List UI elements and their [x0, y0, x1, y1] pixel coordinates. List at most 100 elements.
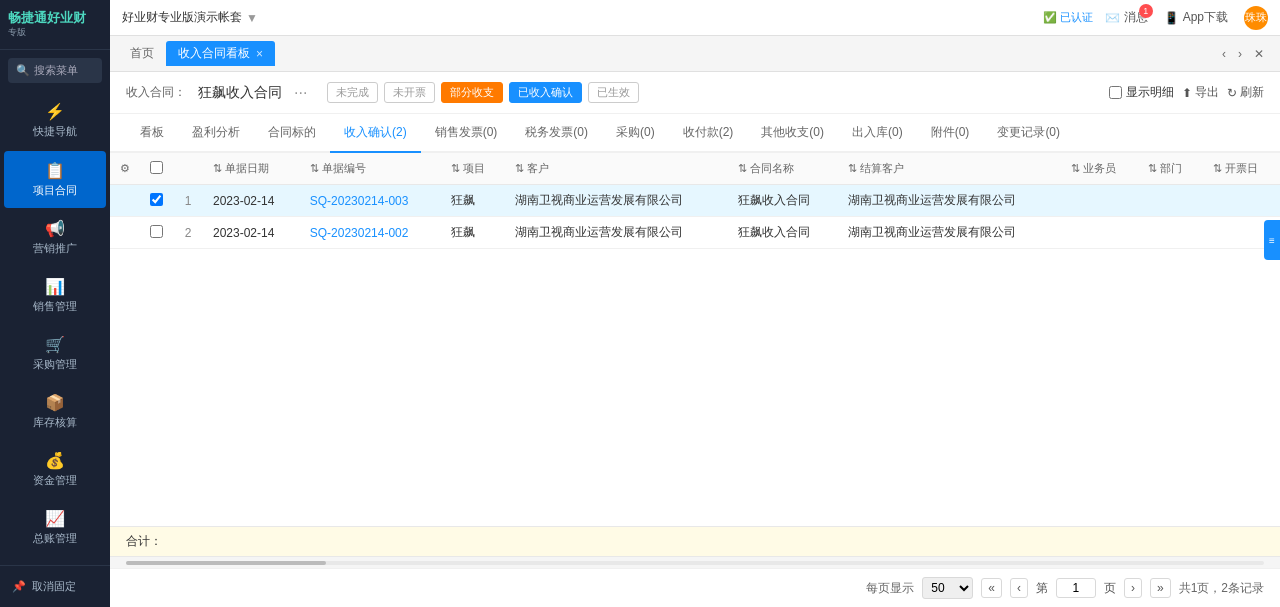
status-confirmed[interactable]: 已收入确认: [509, 82, 582, 103]
main-area: 好业财专业版演示帐套 ▼ ✅ 已认证 ✉️ 1 消息 📱 App下载 珠珠 首页: [110, 0, 1280, 607]
first-page-button[interactable]: «: [981, 578, 1002, 598]
page-number-input[interactable]: [1056, 578, 1096, 598]
purchase-icon: 🛒: [45, 335, 65, 354]
sidebar-item-invoice[interactable]: 🧾 发票管理: [4, 557, 106, 565]
td-num-2: 2: [173, 217, 203, 249]
sidebar-item-marketing[interactable]: 📢 营销推广: [4, 209, 106, 266]
marketing-icon: 📢: [45, 219, 65, 238]
td-dept-2: [1138, 217, 1202, 249]
app-download-button[interactable]: 📱 App下载: [1164, 9, 1228, 26]
table-header: ⚙ ⇅ 单据日期 ⇅ 单据编号 ⇅ 项目 ⇅ 客户 ⇅ 合同名称 ⇅ 结算客户 …: [110, 153, 1280, 185]
message-button[interactable]: ✉️ 1 消息: [1105, 9, 1148, 26]
td-code-link-1[interactable]: SQ-20230214-003: [310, 194, 409, 208]
last-page-button[interactable]: »: [1150, 578, 1171, 598]
show-detail-checkbox[interactable]: 显示明细: [1109, 84, 1174, 101]
subtab-changes[interactable]: 变更记录(0): [983, 114, 1074, 153]
ledger-icon: 📈: [45, 509, 65, 528]
status-partial[interactable]: 部分收支: [441, 82, 503, 103]
sidebar-quick-nav[interactable]: ⚡ 快捷导航: [4, 92, 106, 149]
sidebar-item-purchase[interactable]: 🛒 采购管理: [4, 325, 106, 382]
prev-page-button[interactable]: ‹: [1010, 578, 1028, 598]
subtab-profit[interactable]: 盈利分析: [178, 114, 254, 153]
sidebar-item-inventory[interactable]: 📦 库存核算: [4, 383, 106, 440]
td-settle-1: 湖南卫视商业运营发展有限公司: [838, 185, 1061, 217]
sidebar-item-ledger[interactable]: 📈 总账管理: [4, 499, 106, 556]
content-area: 收入合同： 狂飙收入合同 ··· 未完成 未开票 部分收支 已收入确认 已生效 …: [110, 72, 1280, 607]
subtab-other[interactable]: 其他收支(0): [747, 114, 838, 153]
td-contract-1: 狂飙收入合同: [728, 185, 837, 217]
sidebar-bottom: 📌 取消固定: [0, 565, 110, 607]
unpin-button[interactable]: 📌 取消固定: [8, 574, 102, 599]
header-right-actions: 显示明细 ⬆ 导出 ↻ 刷新: [1109, 84, 1264, 101]
unpin-icon: 📌: [12, 580, 26, 593]
status-uninvoiced[interactable]: 未开票: [384, 82, 435, 103]
td-code-1: SQ-20230214-003: [300, 185, 441, 217]
table-area: ⚙ ⇅ 单据日期 ⇅ 单据编号 ⇅ 项目 ⇅ 客户 ⇅ 合同名称 ⇅ 结算客户 …: [110, 153, 1280, 526]
sidebar-item-funds[interactable]: 💰 资金管理: [4, 441, 106, 498]
th-date: ⇅ 单据日期: [203, 153, 300, 185]
scrollbar-thumb[interactable]: [126, 561, 326, 565]
sidebar-nav: 📋 项目合同 📢 营销推广 📊 销售管理 🛒 采购管理 📦 库存核算 💰 资金管…: [0, 150, 110, 565]
topbar-actions: ✉️ 1 消息 📱 App下载 珠珠: [1105, 6, 1268, 30]
subtab-payment[interactable]: 收付款(2): [669, 114, 748, 153]
app-download-icon: 📱: [1164, 11, 1179, 25]
right-sidebar-toggle[interactable]: ≡: [1264, 220, 1280, 260]
show-detail-input[interactable]: [1109, 86, 1122, 99]
subtabs: 看板 盈利分析 合同标的 收入确认(2) 销售发票(0) 税务发票(0) 采购(…: [110, 114, 1280, 153]
subtab-target[interactable]: 合同标的: [254, 114, 330, 153]
certified-badge: ✅ 已认证: [1043, 10, 1093, 25]
company-selector[interactable]: 好业财专业版演示帐套 ▼: [122, 9, 1031, 26]
th-code: ⇅ 单据编号: [300, 153, 441, 185]
td-settings-2: [110, 217, 140, 249]
tab-home[interactable]: 首页: [122, 41, 162, 66]
td-check-1[interactable]: [140, 185, 173, 217]
topbar: 好业财专业版演示帐套 ▼ ✅ 已认证 ✉️ 1 消息 📱 App下载 珠珠: [110, 0, 1280, 36]
td-salesman-2: [1061, 217, 1138, 249]
tab-nav-prev[interactable]: ‹: [1218, 45, 1230, 63]
sidebar-item-sales[interactable]: 📊 销售管理: [4, 267, 106, 324]
td-salesman-1: [1061, 185, 1138, 217]
tab-nav-close[interactable]: ✕: [1250, 45, 1268, 63]
horizontal-scrollbar[interactable]: [110, 556, 1280, 568]
td-contract-2: 狂飙收入合同: [728, 217, 837, 249]
quick-nav-icon: ⚡: [45, 102, 65, 121]
select-all-checkbox[interactable]: [150, 161, 163, 174]
th-open-date: ⇅ 开票日: [1203, 153, 1280, 185]
page-suffix: 页: [1104, 580, 1116, 597]
subtab-purchase[interactable]: 采购(0): [602, 114, 669, 153]
sidebar-search-area: 🔍 搜索菜单: [0, 50, 110, 91]
subtab-board[interactable]: 看板: [126, 114, 178, 153]
per-page-select[interactable]: 50 20 100: [922, 577, 973, 599]
refresh-icon: ↻: [1227, 86, 1237, 100]
right-sidebar-icon: ≡: [1269, 235, 1275, 246]
subtab-warehouse[interactable]: 出入库(0): [838, 114, 917, 153]
status-incomplete[interactable]: 未完成: [327, 82, 378, 103]
next-page-button[interactable]: ›: [1124, 578, 1142, 598]
tab-contract-board[interactable]: 收入合同看板 ×: [166, 41, 275, 66]
th-salesman: ⇅ 业务员: [1061, 153, 1138, 185]
contract-prefix: 收入合同：: [126, 84, 186, 101]
sidebar-item-project-contract[interactable]: 📋 项目合同: [4, 151, 106, 208]
td-num-1: 1: [173, 185, 203, 217]
th-settings[interactable]: ⚙: [110, 153, 140, 185]
export-button[interactable]: ⬆ 导出: [1182, 84, 1219, 101]
subtab-sales-invoice[interactable]: 销售发票(0): [421, 114, 512, 153]
subtab-tax-invoice[interactable]: 税务发票(0): [511, 114, 602, 153]
subtab-revenue-confirm[interactable]: 收入确认(2): [330, 114, 421, 153]
status-effective[interactable]: 已生效: [588, 82, 639, 103]
td-check-2[interactable]: [140, 217, 173, 249]
tab-close-button[interactable]: ×: [256, 47, 263, 61]
search-menu-button[interactable]: 🔍 搜索菜单: [8, 58, 102, 83]
logo-text: 畅捷通好业财: [8, 10, 86, 26]
user-avatar[interactable]: 珠珠: [1244, 6, 1268, 30]
td-code-link-2[interactable]: SQ-20230214-002: [310, 226, 409, 240]
contract-more-button[interactable]: ···: [294, 84, 307, 102]
th-contract: ⇅ 合同名称: [728, 153, 837, 185]
th-num: [173, 153, 203, 185]
tab-nav-next[interactable]: ›: [1234, 45, 1246, 63]
subtab-attachments[interactable]: 附件(0): [917, 114, 984, 153]
refresh-button[interactable]: ↻ 刷新: [1227, 84, 1264, 101]
sales-icon: 📊: [45, 277, 65, 296]
td-dept-1: [1138, 185, 1202, 217]
th-checkbox: [140, 153, 173, 185]
